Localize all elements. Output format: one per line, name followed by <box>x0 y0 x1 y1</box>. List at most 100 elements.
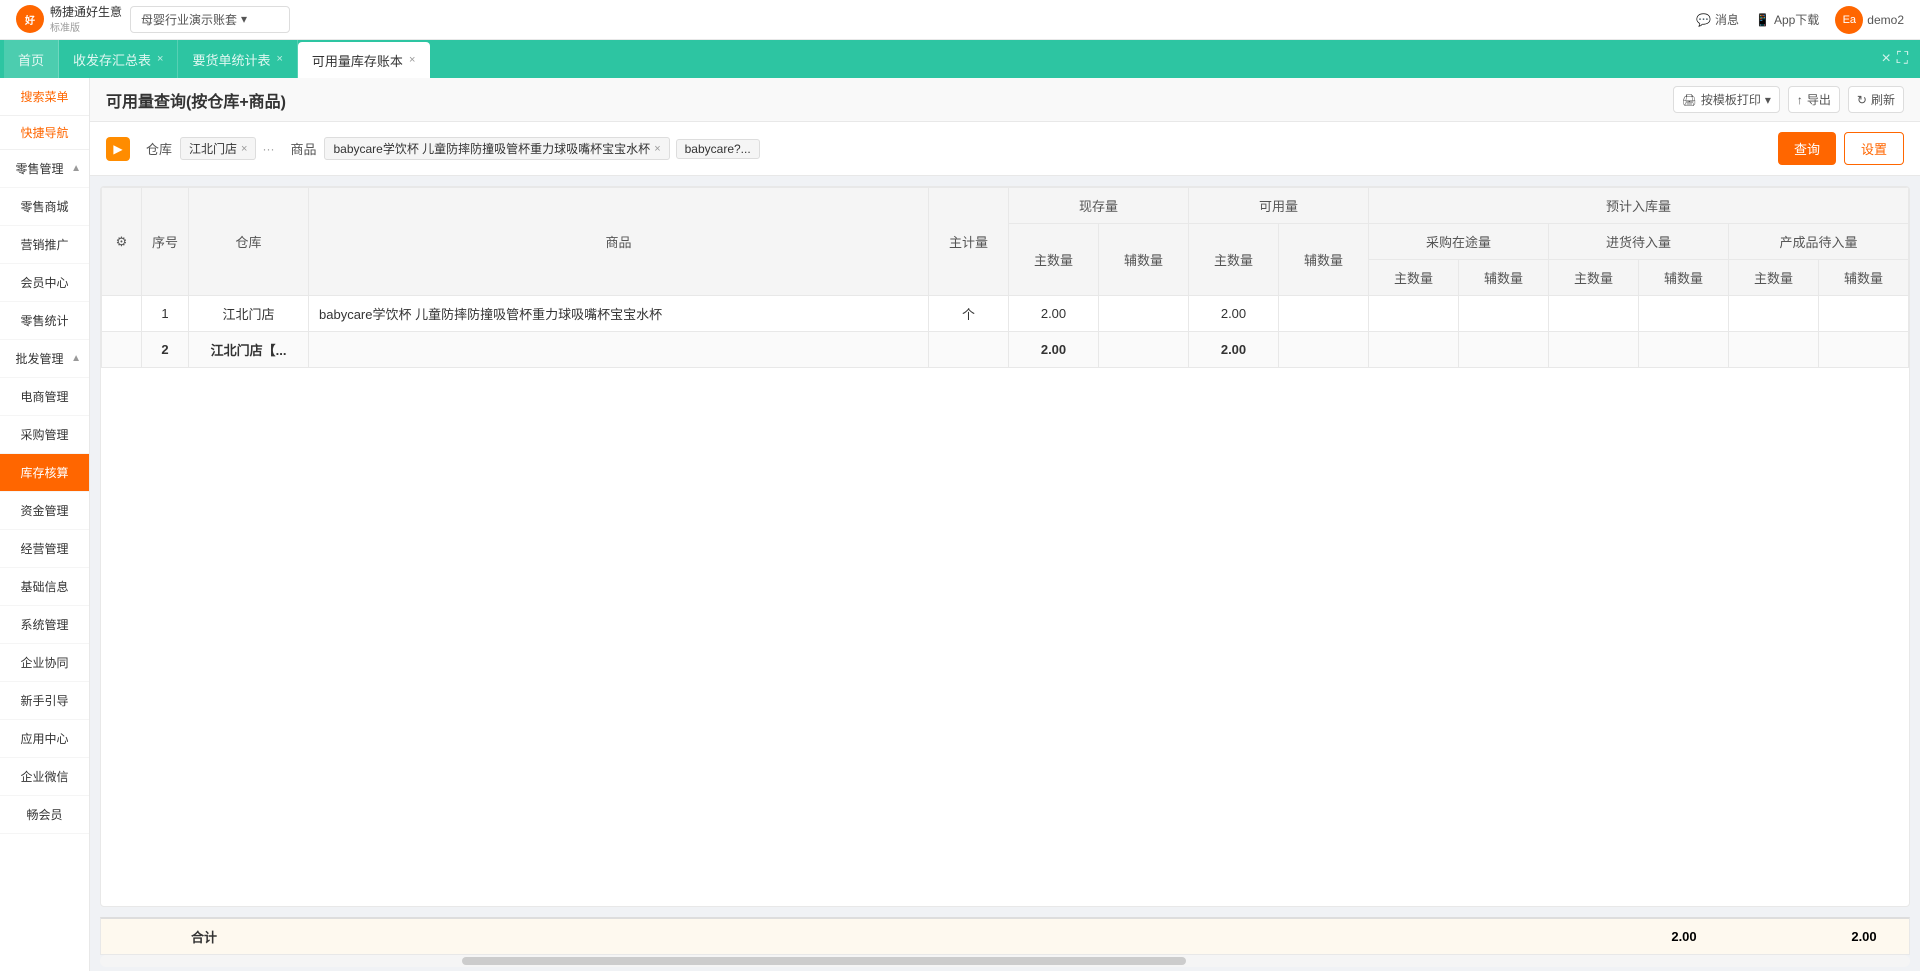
message-btn[interactable]: 💬 消息 <box>1696 11 1739 28</box>
footer-current-main: 2.00 <box>1639 929 1729 944</box>
tab-receive-summary-close[interactable]: × <box>157 53 163 65</box>
tab-home[interactable]: 首页 <box>4 40 59 78</box>
cell-proc-transit-aux-2 <box>1459 332 1549 368</box>
th-avail-aux: 辅数量 <box>1279 224 1369 296</box>
sidebar-item-retail-stats[interactable]: 零售统计 <box>0 302 89 340</box>
cell-avail-main: 2.00 <box>1189 296 1279 332</box>
sidebar: 搜索菜单 快捷导航 零售管理 ▲ 零售商城 营销推广 会员中心 零售统计 批发管… <box>0 78 90 971</box>
th-prod-pend: 产成品待入量 <box>1729 224 1909 260</box>
user-menu[interactable]: Ea demo2 <box>1835 6 1904 34</box>
filter-toggle[interactable]: ▶ <box>106 137 130 161</box>
cell-current-aux <box>1099 296 1189 332</box>
top-bar-right: 💬 消息 📱 App下载 Ea demo2 <box>1696 6 1904 34</box>
refresh-icon: ↻ <box>1857 93 1867 107</box>
app-download-label: App下载 <box>1774 11 1819 28</box>
cell-proc-transit-main <box>1369 296 1459 332</box>
table-row: 2 江北门店【... 2.00 2.00 <box>102 332 1909 368</box>
sidebar-item-retail-mgmt[interactable]: 零售管理 ▲ <box>0 150 89 188</box>
cell-goods-pend-aux <box>1639 296 1729 332</box>
cell-prod-pend-aux <box>1819 296 1909 332</box>
logo-sub: 标准版 <box>50 19 122 34</box>
sidebar-item-marketing[interactable]: 营销推广 <box>0 226 89 264</box>
table-row: 1 江北门店 babycare学饮杯 儿童防摔防撞吸管杯重力球吸嘴杯宝宝水杯 个… <box>102 296 1909 332</box>
cell-current-aux-2 <box>1099 332 1189 368</box>
sidebar-item-system[interactable]: 系统管理 <box>0 606 89 644</box>
sidebar-item-retail-mall[interactable]: 零售商城 <box>0 188 89 226</box>
th-goods-pend: 进货待入量 <box>1549 224 1729 260</box>
cell-product: babycare学饮杯 儿童防摔防撞吸管杯重力球吸嘴杯宝宝水杯 <box>309 296 929 332</box>
sidebar-item-member-plus[interactable]: 畅会员 <box>0 796 89 834</box>
page-header: 可用量查询(按仓库+商品) 🖨 按模板打印 ▾ ↑ 导出 ↻ 刷新 <box>90 78 1920 122</box>
scrollbar[interactable] <box>100 955 1910 967</box>
cell-product-2 <box>309 332 929 368</box>
warehouse-tags: 江北门店 × ··· <box>180 137 274 160</box>
export-btn[interactable]: ↑ 导出 <box>1788 86 1840 113</box>
sidebar-item-basic-info[interactable]: 基础信息 <box>0 568 89 606</box>
th-current-main: 主数量 <box>1009 224 1099 296</box>
sidebar-item-purchase[interactable]: 采购管理 <box>0 416 89 454</box>
filter-bar: ▶ 仓库 江北门店 × ··· 商品 babycare学饮杯 儿童防摔防撞吸管杯… <box>90 122 1920 176</box>
cell-prod-pend-main-2 <box>1729 332 1819 368</box>
sidebar-item-enterprise-collab[interactable]: 企业协同 <box>0 644 89 682</box>
th-prod-pend-main: 主数量 <box>1729 260 1819 296</box>
tab-order-stats-close[interactable]: × <box>276 53 282 65</box>
print-btn[interactable]: 🖨 按模板打印 ▾ <box>1673 86 1780 113</box>
refresh-btn[interactable]: ↻ 刷新 <box>1848 86 1904 113</box>
th-avail-main: 主数量 <box>1189 224 1279 296</box>
logo-icon: 好 <box>16 5 44 33</box>
cell-goods-pend-main-2 <box>1549 332 1639 368</box>
tab-available-inventory-close[interactable]: × <box>409 54 415 66</box>
table-area: ⚙ 序号 仓库 商品 主计量 现存量 可用量 预计入库量 主数量 辅数量 主数量… <box>100 186 1910 907</box>
maximize-icon[interactable]: ⛶ <box>1897 50 1908 68</box>
sidebar-item-app-center[interactable]: 应用中心 <box>0 720 89 758</box>
product-tag-2: babycare?... <box>676 139 760 159</box>
tab-receive-summary[interactable]: 收发存汇总表 × <box>59 40 178 78</box>
chevron-down-icon-print: ▾ <box>1765 93 1771 107</box>
page-actions: 🖨 按模板打印 ▾ ↑ 导出 ↻ 刷新 <box>1673 86 1904 113</box>
tab-order-stats[interactable]: 要货单统计表 × <box>178 40 297 78</box>
top-bar-left: 好 畅捷通好生意 标准版 母婴行业演示账套 ▾ <box>16 5 290 34</box>
sidebar-nav[interactable]: 快捷导航 <box>0 116 89 150</box>
cell-proc-transit-main-2 <box>1369 332 1459 368</box>
table-footer: 合计 2.00 2.00 <box>100 917 1910 955</box>
warehouse-tag-value: 江北门店 <box>189 140 237 157</box>
product-tags: babycare学饮杯 儿童防摔防撞吸管杯重力球吸嘴杯宝宝水杯 × babyca… <box>324 137 759 160</box>
th-available: 可用量 <box>1189 188 1369 224</box>
app-download-btn[interactable]: 📱 App下载 <box>1755 11 1819 28</box>
sidebar-item-newbie-guide[interactable]: 新手引导 <box>0 682 89 720</box>
sidebar-item-inventory-check[interactable]: 库存核算 <box>0 454 89 492</box>
cell-avail-aux <box>1279 296 1369 332</box>
product-label: 商品 <box>290 139 316 158</box>
sidebar-item-ecommerce[interactable]: 电商管理 <box>0 378 89 416</box>
th-prod-pend-aux: 辅数量 <box>1819 260 1909 296</box>
scroll-thumb <box>462 957 1186 965</box>
data-table: ⚙ 序号 仓库 商品 主计量 现存量 可用量 预计入库量 主数量 辅数量 主数量… <box>101 187 1909 368</box>
tab-available-inventory[interactable]: 可用量库存账本 × <box>298 42 430 78</box>
warehouse-tag-close[interactable]: × <box>241 143 247 155</box>
th-settings[interactable]: ⚙ <box>102 188 142 296</box>
sidebar-search[interactable]: 搜索菜单 <box>0 78 89 116</box>
sidebar-item-operations[interactable]: 经营管理 <box>0 530 89 568</box>
th-product: 商品 <box>309 188 929 296</box>
phone-icon: 📱 <box>1755 13 1770 27</box>
tab-receive-summary-label: 收发存汇总表 <box>73 50 151 69</box>
query-button[interactable]: 查询 <box>1778 132 1836 165</box>
cell-goods-pend-aux-2 <box>1639 332 1729 368</box>
warehouse-more[interactable]: ··· <box>262 142 274 156</box>
cell-current-main: 2.00 <box>1009 296 1099 332</box>
setting-button[interactable]: 设置 <box>1844 132 1904 165</box>
product-tag-1-close[interactable]: × <box>654 143 660 155</box>
sidebar-item-member-center[interactable]: 会员中心 <box>0 264 89 302</box>
product-filter-group: 商品 babycare学饮杯 儿童防摔防撞吸管杯重力球吸嘴杯宝宝水杯 × bab… <box>290 137 759 160</box>
cell-goods-pend-main <box>1549 296 1639 332</box>
filter-actions: 查询 设置 <box>1778 132 1904 165</box>
close-all-icon[interactable]: × <box>1881 50 1890 68</box>
main-layout: 搜索菜单 快捷导航 零售管理 ▲ 零售商城 营销推广 会员中心 零售统计 批发管… <box>0 78 1920 971</box>
warehouse-filter-group: 仓库 江北门店 × ··· <box>146 137 274 160</box>
industry-selector[interactable]: 母婴行业演示账套 ▾ <box>130 6 290 33</box>
sidebar-item-wholesale-mgmt[interactable]: 批发管理 ▲ <box>0 340 89 378</box>
product-tag-2-value: babycare?... <box>685 142 751 156</box>
sidebar-item-enterprise-wechat[interactable]: 企业微信 <box>0 758 89 796</box>
sidebar-item-finance[interactable]: 资金管理 <box>0 492 89 530</box>
th-planned-in: 预计入库量 <box>1369 188 1909 224</box>
